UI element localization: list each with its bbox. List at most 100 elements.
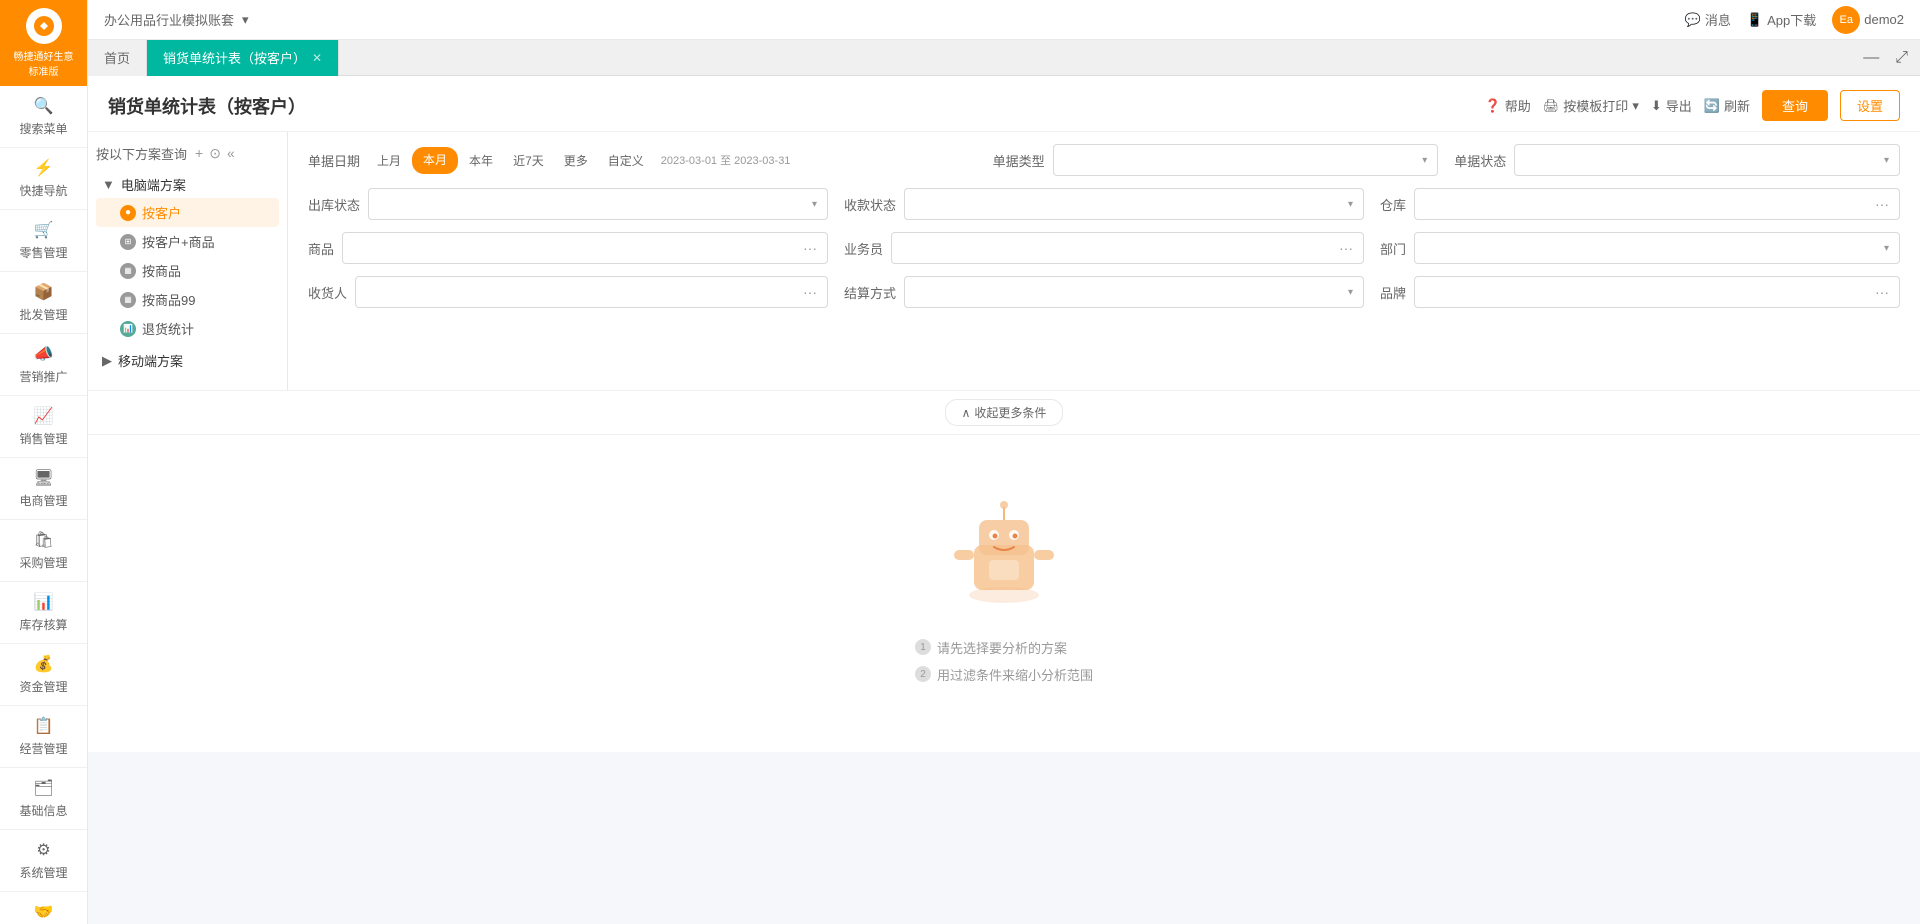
scheme-item-by-goods99[interactable]: ▦ 按商品99 (96, 285, 279, 314)
help-btn[interactable]: ❓ 帮助 (1485, 96, 1531, 115)
sidebar-item-marketing[interactable]: 📣 营销推广 (0, 334, 87, 396)
tab-minimize-btn[interactable]: — (1859, 45, 1883, 71)
print-btn[interactable]: 🖨 按模板打印 ▾ (1543, 96, 1639, 115)
user-menu[interactable]: Ea demo2 (1832, 6, 1904, 34)
tab-sales-stat-label: 销货单统计表（按客户） (163, 48, 306, 67)
date-tab-7days[interactable]: 近7天 (504, 147, 553, 174)
date-tab-last-month[interactable]: 上月 (368, 147, 410, 174)
main-content: 办公用品行业模拟账套 ▾ 💬 消息 📱 App下载 Ea demo2 首页 销货… (88, 0, 1920, 924)
settlement-label: 结算方式 (844, 283, 896, 302)
message-btn[interactable]: 💬 消息 (1685, 10, 1731, 29)
top-bar-right: 💬 消息 📱 App下载 Ea demo2 (1685, 6, 1904, 34)
payment-status-label: 收款状态 (844, 195, 896, 214)
scheme-add-icon[interactable]: + (195, 145, 203, 162)
sidebar-item-wholesale-label: 批发管理 (19, 306, 67, 323)
goods-label: 商品 (308, 239, 334, 258)
recipient-control[interactable]: ··· (355, 276, 828, 308)
scheme-item-by-customer-label: 按客户 (142, 203, 181, 222)
collapse-btn[interactable]: ∧ 收起更多条件 (945, 399, 1064, 426)
sidebar-item-ecommerce[interactable]: 🖥 电商管理 (0, 458, 87, 520)
top-bar-dropdown-icon[interactable]: ▾ (242, 12, 249, 28)
date-tab-more[interactable]: 更多 (555, 147, 597, 174)
sidebar-item-search[interactable]: 🔍 搜索菜单 (0, 86, 87, 148)
page-content: 销货单统计表（按客户） ❓ 帮助 🖨 按模板打印 ▾ ⬇ 导出 (88, 76, 1920, 924)
settlement-control[interactable]: ▾ (904, 276, 1364, 308)
filter-form: 单据日期 上月 本月 本年 近7天 更多 自定义 2023-03-01 至 20… (288, 132, 1920, 390)
tab-sales-stat[interactable]: 销货单统计表（按客户） ✕ (147, 40, 339, 76)
filter-row-2: 出库状态 ▾ 收款状态 ▾ (308, 188, 1900, 220)
payment-status-control[interactable]: ▾ (904, 188, 1364, 220)
finance-icon: 💰 (34, 654, 54, 674)
sidebar-item-business[interactable]: 📋 经营管理 (0, 706, 87, 768)
out-status-control[interactable]: ▾ (368, 188, 828, 220)
doc-status-control[interactable]: ▾ (1514, 144, 1900, 176)
sidebar-item-inventory[interactable]: 📊 库存核算 (0, 582, 87, 644)
query-btn[interactable]: 查询 (1762, 90, 1828, 121)
sidebar-item-basic-label: 基础信息 (19, 802, 67, 819)
sidebar-item-system[interactable]: ⚙ 系统管理 (0, 830, 87, 892)
basic-icon: 🗂 (33, 778, 53, 798)
scheme-group-desktop-title[interactable]: ▼ 电脑端方案 (96, 171, 279, 198)
sidebar-item-system-label: 系统管理 (19, 864, 67, 881)
scheme-group-mobile-title[interactable]: ▶ 移动端方案 (96, 347, 279, 374)
tip-2-num: 2 (915, 666, 931, 682)
sidebar-item-retail[interactable]: 🛒 零售管理 (0, 210, 87, 272)
page-header-actions: ❓ 帮助 🖨 按模板打印 ▾ ⬇ 导出 🔄 刷新 (1485, 90, 1900, 121)
collapse-bar: ∧ 收起更多条件 (88, 391, 1920, 435)
dept-control[interactable]: ▾ (1414, 232, 1900, 264)
retail-icon: 🛒 (34, 220, 54, 240)
logo-text: 畅捷通好生意 (14, 48, 74, 63)
inventory-icon: 📊 (34, 592, 54, 612)
logo-icon (26, 8, 62, 44)
app-download-btn[interactable]: 📱 App下载 (1747, 10, 1816, 29)
scheme-settings-icon[interactable]: ⊙ (209, 145, 221, 162)
scheme-item-by-goods[interactable]: ▦ 按商品 (96, 256, 279, 285)
goods-control[interactable]: ··· (342, 232, 828, 264)
brand-control[interactable]: ··· (1414, 276, 1900, 308)
filter-item-brand: 品牌 ··· (1380, 276, 1900, 308)
sidebar-item-sales[interactable]: 📈 销售管理 (0, 396, 87, 458)
filter-item-out-status: 出库状态 ▾ (308, 188, 828, 220)
doc-type-control[interactable]: ▾ (1053, 144, 1439, 176)
settings-btn[interactable]: 设置 (1840, 90, 1900, 121)
sidebar-item-marketing-label: 营销推广 (19, 368, 67, 385)
scheme-item-by-customer[interactable]: ● 按客户 (96, 198, 279, 227)
filter-item-doc-status: 单据状态 ▾ (1454, 144, 1900, 176)
sidebar-item-purchase[interactable]: 🛍 采购管理 (0, 520, 87, 582)
sidebar-item-basic[interactable]: 🗂 基础信息 (0, 768, 87, 830)
sidebar-item-finance[interactable]: 💰 资金管理 (0, 644, 87, 706)
help-icon: ❓ (1485, 98, 1501, 114)
recipient-dots-icon: ··· (803, 284, 817, 300)
scheme-header-icons: + ⊙ « (195, 145, 235, 162)
export-btn[interactable]: ⬇ 导出 (1651, 96, 1692, 115)
tip-1-text: 请先选择要分析的方案 (937, 638, 1067, 657)
date-tab-this-year[interactable]: 本年 (460, 147, 502, 174)
filter-section: 按以下方案查询 + ⊙ « ▼ 电脑端方案 (88, 132, 1920, 391)
date-tab-custom[interactable]: 自定义 (599, 147, 653, 174)
date-tab-this-month[interactable]: 本月 (412, 147, 458, 174)
recipient-label: 收货人 (308, 283, 347, 302)
sidebar-item-business-label: 经营管理 (19, 740, 67, 757)
scheme-item-by-goods-icon: ▦ (120, 263, 136, 279)
scheme-collapse-icon[interactable]: « (227, 145, 235, 162)
sidebar-item-quicknav[interactable]: ⚡ 快捷导航 (0, 148, 87, 210)
doc-status-caret-icon: ▾ (1884, 155, 1889, 166)
marketing-icon: 📣 (34, 344, 54, 364)
scheme-item-by-customer-goods[interactable]: ⊞ 按客户+商品 (96, 227, 279, 256)
scheme-group-desktop-label: 电脑端方案 (121, 175, 186, 194)
scheme-group-desktop: ▼ 电脑端方案 ● 按客户 ⊞ 按客户+商品 ▦ (96, 171, 279, 343)
scheme-item-by-customer-icon: ● (120, 205, 136, 221)
scheme-item-return-stat[interactable]: 📊 退货统计 (96, 314, 279, 343)
tab-close-icon[interactable]: ✕ (312, 51, 322, 65)
enterprise-icon: 🤝 (34, 902, 54, 922)
tab-home[interactable]: 首页 (88, 40, 147, 76)
sidebar-item-wholesale[interactable]: 📦 批发管理 (0, 272, 87, 334)
sidebar-item-enterprise[interactable]: 🤝 企业协同 (0, 892, 87, 924)
tab-maximize-btn[interactable]: ⤢ (1891, 45, 1912, 71)
message-label: 消息 (1705, 10, 1731, 29)
warehouse-control[interactable]: ··· (1414, 188, 1900, 220)
scheme-group-desktop-arrow: ▼ (102, 177, 115, 192)
refresh-btn[interactable]: 🔄 刷新 (1704, 96, 1750, 115)
sidebar: 畅捷通好生意 标准版 🔍 搜索菜单 ⚡ 快捷导航 🛒 零售管理 📦 批发管理 📣… (0, 0, 88, 924)
salesperson-control[interactable]: ··· (891, 232, 1364, 264)
